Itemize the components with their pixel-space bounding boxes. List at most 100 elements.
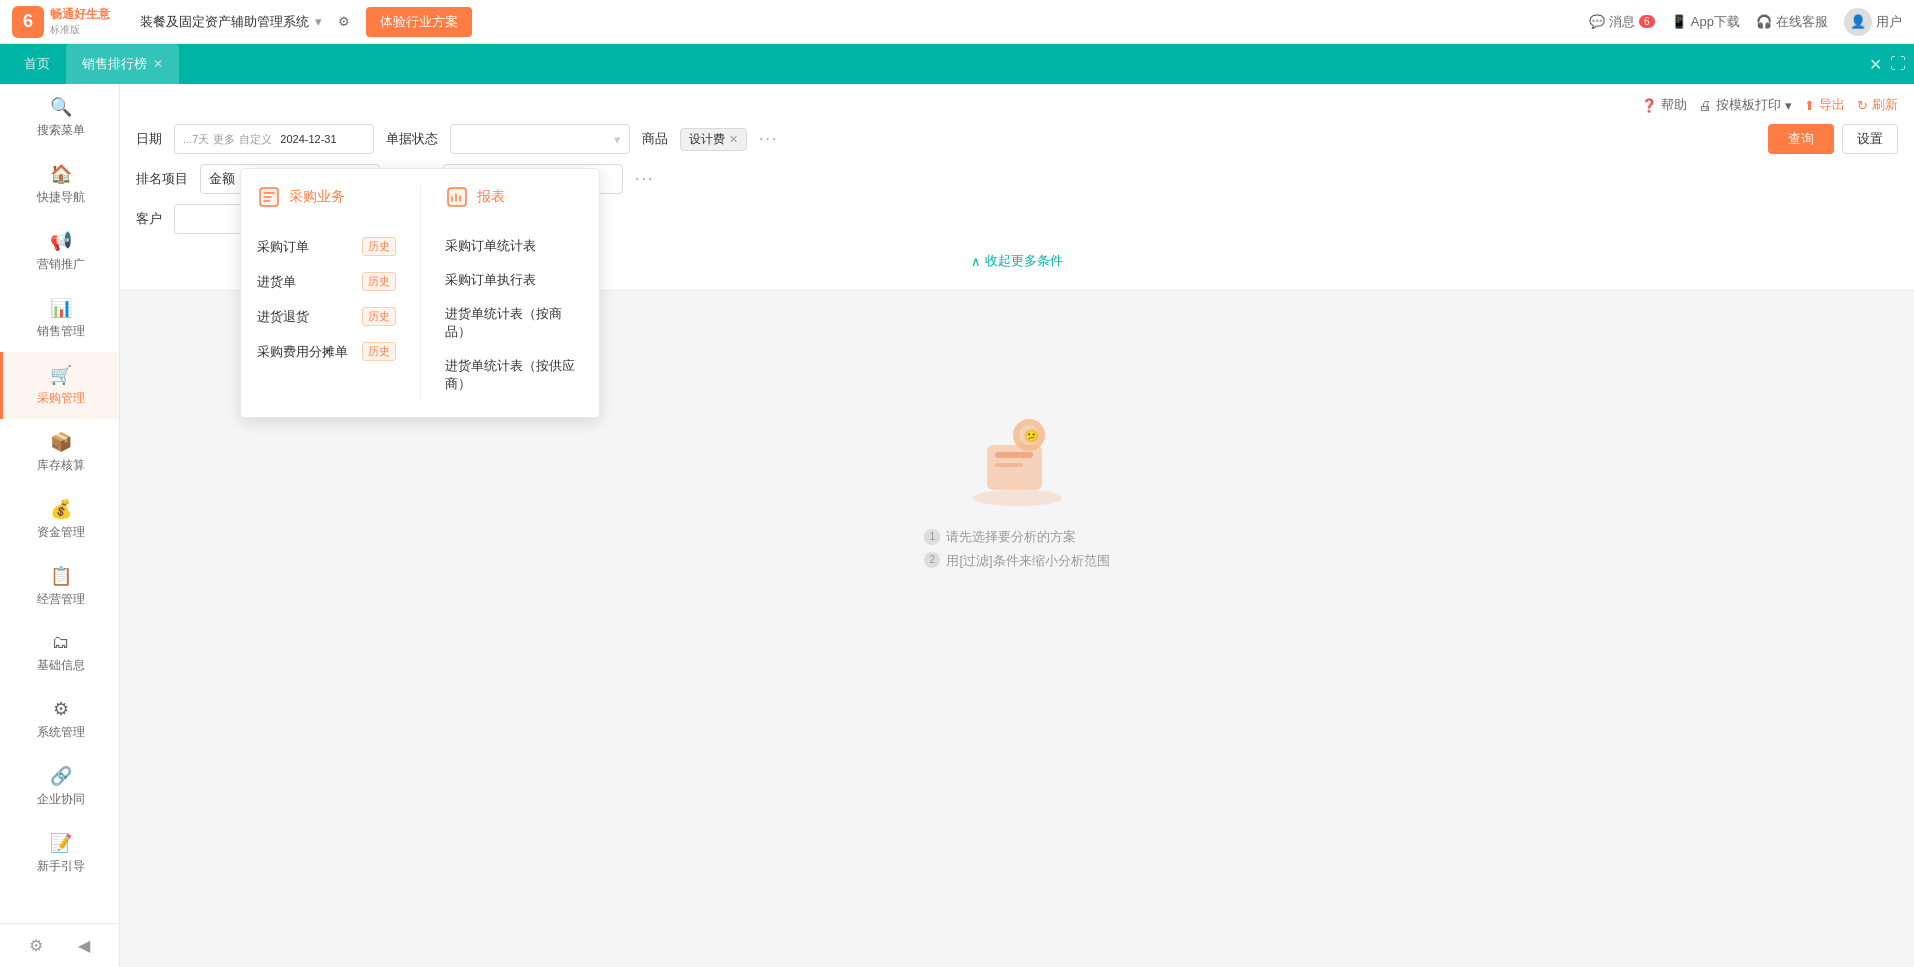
sidebar-item-inventory[interactable]: 📦 库存核算 (0, 419, 119, 486)
tab-sales-ranking-label: 销售排行榜 (82, 55, 147, 73)
filter-row-1: 日期 ...7天 更多 自定义 2024-12-31 单据状态 ▾ 商品 设计费 (136, 124, 1898, 154)
purchase-order-stats-item[interactable]: 采购订单统计表 (445, 229, 584, 263)
tab-sales-ranking[interactable]: 销售排行榜 ✕ (66, 44, 179, 84)
status-label: 单据状态 (386, 130, 438, 148)
purchase-expense-item[interactable]: 采购费用分摊单 历史 (257, 334, 396, 369)
report-section-icon (445, 185, 469, 209)
system-title: 装餐及固定资产辅助管理系统 ▾ (140, 13, 322, 31)
purchase-order-exec-item[interactable]: 采购订单执行表 (445, 263, 584, 297)
tip2-dot: 2 (924, 552, 940, 568)
history-badge-1: 历史 (362, 272, 396, 291)
status-input[interactable]: ▾ (450, 124, 630, 154)
purchase-section-icon (257, 185, 281, 209)
salesperson-more-icon[interactable]: ··· (635, 170, 654, 188)
goods-label: 商品 (642, 130, 668, 148)
svg-rect-8 (448, 188, 466, 206)
chevron-down-icon[interactable]: ▾ (315, 14, 322, 29)
sidebar-collapse-icon[interactable]: ◀ (78, 936, 90, 955)
app-download-btn[interactable]: 📱 App下载 (1671, 13, 1740, 31)
top-right: 💬 消息 6 📱 App下载 🎧 在线客服 👤 用户 (1589, 8, 1902, 36)
svg-rect-2 (995, 452, 1033, 458)
report-section-header: 报表 (445, 185, 584, 217)
goods-receipt-stats-by-supplier-item[interactable]: 进货单统计表（按供应商） (445, 349, 584, 401)
goods-receipt-stats-by-goods-item[interactable]: 进货单统计表（按商品） (445, 297, 584, 349)
basic-info-icon: 🗂 (52, 632, 70, 653)
sidebar-item-enterprise[interactable]: 🔗 企业协同 (0, 753, 119, 820)
message-badge: 6 (1639, 15, 1655, 28)
sidebar-item-marketing[interactable]: 📢 营销推广 (0, 218, 119, 285)
print-template-btn[interactable]: 🖨 按模板打印 ▾ (1699, 96, 1792, 114)
goods-filter: 设计费 ✕ (680, 128, 747, 151)
svg-point-0 (972, 490, 1062, 506)
goods-return-item[interactable]: 进货退货 历史 (257, 299, 396, 334)
collapse-chevron-icon: ∧ (971, 254, 981, 269)
sidebar-item-sales[interactable]: 📊 销售管理 (0, 285, 119, 352)
tab-expand-icon[interactable]: ⛶ (1890, 55, 1906, 73)
main-layout: 🔍 搜索菜单 🏠 快捷导航 📢 营销推广 📊 销售管理 🛒 采购管理 📦 库存核… (0, 84, 1914, 967)
setting-btn[interactable]: 设置 (1842, 124, 1898, 154)
logo-icon: 6 (12, 6, 44, 38)
message-icon: 💬 (1589, 14, 1605, 29)
empty-illustration: 😕 (957, 410, 1077, 513)
goods-receipt-item[interactable]: 进货单 历史 (257, 264, 396, 299)
date-label: 日期 (136, 130, 162, 148)
inventory-icon: 📦 (50, 431, 72, 453)
operations-icon: 📋 (50, 565, 72, 587)
tab-bar: 首页 销售排行榜 ✕ ✕ ⛶ (0, 44, 1914, 84)
goods-more-icon[interactable]: ··· (759, 130, 778, 148)
sidebar-item-purchase[interactable]: 🛒 采购管理 (0, 352, 119, 419)
help-btn[interactable]: ❓ 帮助 (1641, 96, 1687, 114)
sidebar-bottom: ⚙ ◀ (0, 923, 119, 967)
tab-close-icon[interactable]: ✕ (153, 57, 163, 71)
filter-toolbar: ❓ 帮助 🖨 按模板打印 ▾ ⬆ 导出 ↻ 刷新 (136, 96, 1898, 114)
history-badge-2: 历史 (362, 307, 396, 326)
purchase-business-section: 采购业务 采购订单 历史 进货单 历史 进货退货 历史 采购费用分摊单 历史 (257, 185, 396, 401)
tip1-dot: 1 (924, 529, 940, 545)
menu-section-divider (420, 185, 421, 401)
top-bar: 6 畅通好生意 标准版 装餐及固定资产辅助管理系统 ▾ ⚙ 体验行业方案 💬 消… (0, 0, 1914, 44)
goods-tag-close-icon[interactable]: ✕ (729, 133, 738, 146)
sales-icon: 📊 (50, 297, 72, 319)
settings-gear-icon[interactable]: ⚙ (330, 8, 358, 36)
query-btn[interactable]: 查询 (1768, 124, 1834, 154)
industry-btn[interactable]: 体验行业方案 (366, 7, 472, 37)
sidebar-item-operations[interactable]: 📋 经营管理 (0, 553, 119, 620)
sidebar-item-search[interactable]: 🔍 搜索菜单 (0, 84, 119, 151)
marketing-icon: 📢 (50, 230, 72, 252)
sidebar-item-finance[interactable]: 💰 资金管理 (0, 486, 119, 553)
svg-text:😕: 😕 (1024, 428, 1039, 443)
tab-bar-actions: ✕ ⛶ (1869, 55, 1906, 74)
export-btn[interactable]: ⬆ 导出 (1804, 96, 1845, 114)
customer-label: 客户 (136, 210, 162, 228)
tab-home[interactable]: 首页 (8, 44, 66, 84)
user-btn[interactable]: 👤 用户 (1844, 8, 1902, 36)
goods-tag: 设计费 ✕ (680, 128, 747, 151)
purchase-icon: 🛒 (50, 364, 72, 386)
svg-rect-1 (987, 445, 1042, 490)
sidebar-settings-icon[interactable]: ⚙ (29, 936, 43, 955)
message-btn[interactable]: 💬 消息 6 (1589, 13, 1655, 31)
content-area: ❓ 帮助 🖨 按模板打印 ▾ ⬆ 导出 ↻ 刷新 日 (120, 84, 1914, 967)
logo-text: 畅通好生意 标准版 (50, 6, 110, 37)
tab-minimize-icon[interactable]: ✕ (1869, 55, 1882, 74)
empty-text: 1 请先选择要分析的方案 2 用[过滤]条件来缩小分析范围 (924, 525, 1109, 572)
sidebar-item-guide[interactable]: 📝 新手引导 (0, 820, 119, 887)
sidebar-item-basic-info[interactable]: 🗂 基础信息 (0, 620, 119, 686)
sidebar: 🔍 搜索菜单 🏠 快捷导航 📢 营销推广 📊 销售管理 🛒 采购管理 📦 库存核… (0, 84, 120, 967)
finance-icon: 💰 (50, 498, 72, 520)
print-chevron-icon: ▾ (1785, 98, 1792, 113)
report-section: 报表 采购订单统计表 采购订单执行表 进货单统计表（按商品） 进货单统计表（按供… (445, 185, 584, 401)
export-icon: ⬆ (1804, 98, 1815, 113)
history-badge-3: 历史 (362, 342, 396, 361)
system-title-text: 装餐及固定资产辅助管理系统 (140, 13, 309, 31)
refresh-btn[interactable]: ↻ 刷新 (1857, 96, 1898, 114)
avatar: 👤 (1844, 8, 1872, 36)
purchase-order-item[interactable]: 采购订单 历史 (257, 229, 396, 264)
sidebar-item-quick-nav[interactable]: 🏠 快捷导航 (0, 151, 119, 218)
date-input[interactable]: ...7天 更多 自定义 2024-12-31 (174, 124, 374, 154)
purchase-section-header: 采购业务 (257, 185, 396, 217)
online-service-btn[interactable]: 🎧 在线客服 (1756, 13, 1828, 31)
sidebar-item-system[interactable]: ⚙ 系统管理 (0, 686, 119, 753)
history-badge-0: 历史 (362, 237, 396, 256)
status-chevron-icon: ▾ (614, 132, 621, 147)
